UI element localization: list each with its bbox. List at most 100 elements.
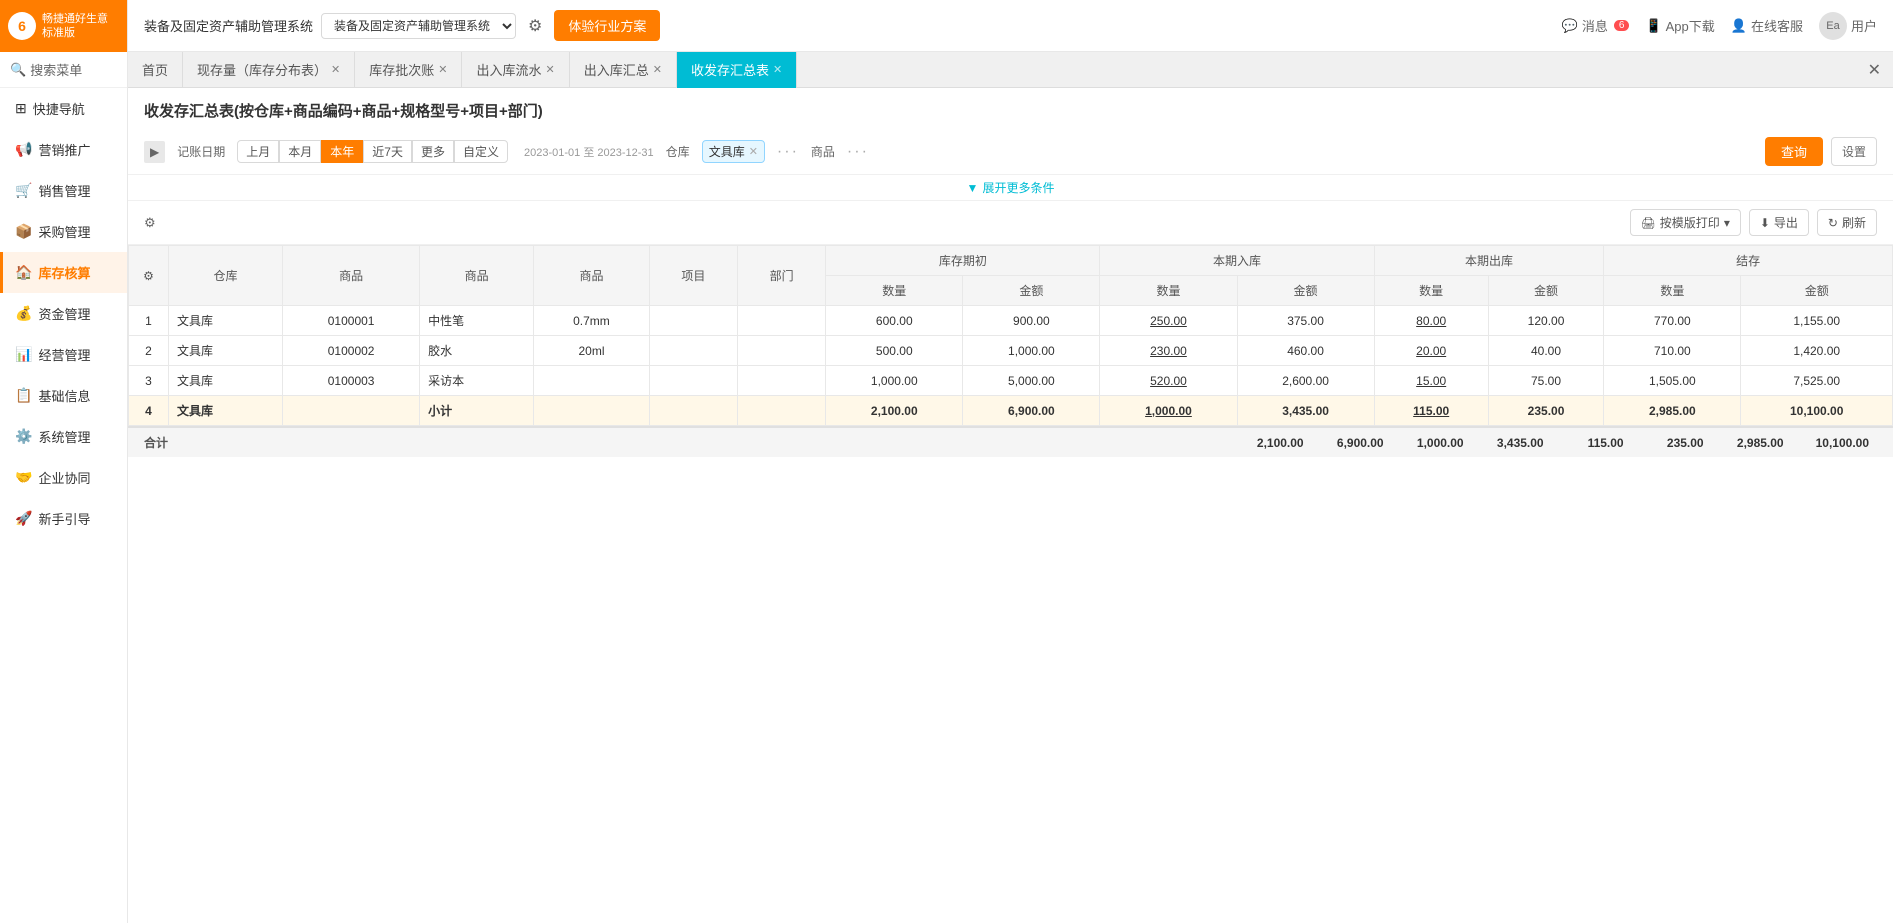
refresh-btn[interactable]: ↻ 刷新 (1817, 209, 1877, 236)
topbar-left: 装备及固定资产辅助管理系统 装备及固定资产辅助管理系统 ⚙ 体验行业方案 (144, 10, 660, 41)
tabs-close-all-icon[interactable]: ✕ (1856, 60, 1893, 80)
sidebar-item-system[interactable]: ⚙️系统管理 (0, 416, 127, 457)
row-in-qty[interactable]: 520.00 (1100, 366, 1237, 396)
sidebar-item-quick-nav[interactable]: ⊞快捷导航 (0, 88, 127, 129)
nav-label-inventory: 库存核算 (38, 263, 90, 282)
goods-more-icon[interactable]: ··· (847, 143, 869, 161)
warehouse-tag-close-icon[interactable]: ✕ (749, 145, 758, 158)
message-icon: 💬 (1562, 18, 1578, 34)
th-group-opening: 库存期初 (826, 246, 1100, 276)
sidebar: 6 畅捷通好生意 标准版 🔍 搜索菜单 ⊞快捷导航📢营销推广🛒销售管理📦采购管理… (0, 0, 128, 923)
sidebar-item-guide[interactable]: 🚀新手引导 (0, 498, 127, 539)
tab-close-icon-stock-dist[interactable]: ✕ (331, 63, 340, 76)
message-btn[interactable]: 💬 消息 6 (1562, 16, 1630, 35)
setting-btn[interactable]: 设置 (1831, 137, 1877, 166)
nav-label-system: 系统管理 (38, 427, 90, 446)
export-btn[interactable]: ⬇ 导出 (1749, 209, 1809, 236)
row-dept (737, 396, 825, 426)
total-open-amt: 6,900.00 (1320, 436, 1400, 450)
row-close-amt: 1,420.00 (1741, 336, 1893, 366)
tab-recv-send-summary[interactable]: 收发存汇总表✕ (677, 52, 797, 88)
experience-btn[interactable]: 体验行业方案 (554, 10, 660, 41)
row-num: 3 (129, 366, 169, 396)
sidebar-item-operation[interactable]: 📊经营管理 (0, 334, 127, 375)
row-out-qty[interactable]: 80.00 (1374, 306, 1488, 336)
filter-actions: 查询 设置 (1765, 137, 1877, 166)
row-warehouse: 文具库 (169, 306, 283, 336)
warehouse-more-icon[interactable]: ··· (777, 143, 799, 161)
row-out-qty[interactable]: 15.00 (1374, 366, 1488, 396)
sidebar-item-marketing[interactable]: 📢营销推广 (0, 129, 127, 170)
row-close-amt: 7,525.00 (1741, 366, 1893, 396)
nav-label-marketing: 营销推广 (38, 140, 90, 159)
tab-label-home: 首页 (142, 60, 168, 79)
sidebar-item-finance[interactable]: 💰资金管理 (0, 293, 127, 334)
nav-icon-finance: 💰 (15, 305, 32, 322)
refresh-label: 刷新 (1842, 214, 1866, 231)
tab-close-icon-recv-send-summary[interactable]: ✕ (773, 63, 782, 76)
table-wrap: ⚙ 仓库 商品 商品 商品 项目 部门 库存期初 本期入库 本期出库 结存 数量 (128, 245, 1893, 426)
sidebar-item-purchase[interactable]: 📦采购管理 (0, 211, 127, 252)
sidebar-item-inventory[interactable]: 🏠库存核算 (0, 252, 127, 293)
row-in-qty[interactable]: 1,000.00 (1100, 396, 1237, 426)
tab-close-icon-inout-summary[interactable]: ✕ (653, 63, 662, 76)
row-dept (737, 336, 825, 366)
user-btn[interactable]: Ea 用户 (1819, 12, 1877, 40)
tabs-bar: 首页现存量（库存分布表）✕库存批次账✕出入库流水✕出入库汇总✕收发存汇总表✕ ✕ (128, 52, 1893, 88)
date-btn-更多[interactable]: 更多 (412, 140, 454, 163)
date-btn-近7天[interactable]: 近7天 (363, 140, 412, 163)
toolbar-gear-icon[interactable]: ⚙ (144, 215, 156, 231)
date-btn-本年[interactable]: 本年 (321, 140, 363, 163)
date-btn-自定义[interactable]: 自定义 (454, 140, 508, 163)
row-open-amt: 6,900.00 (963, 396, 1100, 426)
date-btn-上月[interactable]: 上月 (237, 140, 279, 163)
tab-home[interactable]: 首页 (128, 52, 183, 88)
warehouse-tag[interactable]: 文具库 ✕ (702, 140, 765, 163)
row-in-qty[interactable]: 230.00 (1100, 336, 1237, 366)
tab-stock-dist[interactable]: 现存量（库存分布表） ✕ (183, 52, 355, 88)
nav-icon-guide: 🚀 (15, 510, 32, 527)
print-btn[interactable]: 🖨 按模版打印 ▾ (1630, 209, 1741, 236)
row-in-qty[interactable]: 250.00 (1100, 306, 1237, 336)
row-out-qty[interactable]: 115.00 (1374, 396, 1488, 426)
app-download-btn[interactable]: 📱 App下载 (1645, 16, 1714, 35)
online-service-btn[interactable]: 👤 在线客服 (1731, 16, 1803, 35)
sidebar-search[interactable]: 🔍 搜索菜单 (0, 52, 127, 88)
th-in-amt: 金额 (1237, 276, 1374, 306)
row-in-amt: 460.00 (1237, 336, 1374, 366)
query-btn[interactable]: 查询 (1765, 137, 1823, 166)
row-spec (534, 366, 650, 396)
tab-close-icon-batch[interactable]: ✕ (438, 63, 447, 76)
row-num: 4 (129, 396, 169, 426)
row-out-amt: 40.00 (1488, 336, 1604, 366)
tab-label-inout-flow: 出入库流水 (476, 60, 541, 79)
date-btn-本月[interactable]: 本月 (279, 140, 321, 163)
th-name: 商品 (420, 246, 534, 306)
nav-icon-basic: 📋 (15, 387, 32, 404)
tab-label-stock-dist: 现存量（库存分布表） (197, 60, 327, 79)
sidebar-item-collab[interactable]: 🤝企业协同 (0, 457, 127, 498)
filter-toggle-btn[interactable]: ▶ (144, 141, 165, 163)
sidebar-item-sales[interactable]: 🛒销售管理 (0, 170, 127, 211)
row-open-qty: 2,100.00 (826, 396, 963, 426)
sidebar-item-basic[interactable]: 📋基础信息 (0, 375, 127, 416)
row-open-amt: 1,000.00 (963, 336, 1100, 366)
row-close-amt: 1,155.00 (1741, 306, 1893, 336)
system-select[interactable]: 装备及固定资产辅助管理系统 (321, 13, 516, 39)
row-name: 胶水 (420, 336, 534, 366)
gear-icon[interactable]: ⚙ (524, 12, 546, 40)
total-open-qty: 2,100.00 (1240, 436, 1320, 450)
expand-more-btn[interactable]: ▼ 展开更多条件 (967, 179, 1055, 196)
tab-batch[interactable]: 库存批次账✕ (355, 52, 462, 88)
online-service-label: 在线客服 (1751, 16, 1803, 35)
date-buttons: 上月本月本年近7天更多自定义 (237, 140, 508, 163)
row-project (649, 306, 737, 336)
tab-inout-flow[interactable]: 出入库流水 ✕ (462, 52, 569, 88)
row-warehouse: 文具库 (169, 366, 283, 396)
tab-inout-summary[interactable]: 出入库汇总✕ (570, 52, 677, 88)
app-download-label: App下载 (1666, 16, 1715, 35)
row-out-qty[interactable]: 20.00 (1374, 336, 1488, 366)
tab-close-icon-inout-flow[interactable]: ✕ (546, 63, 555, 76)
export-label: 导出 (1774, 214, 1798, 231)
row-project (649, 366, 737, 396)
